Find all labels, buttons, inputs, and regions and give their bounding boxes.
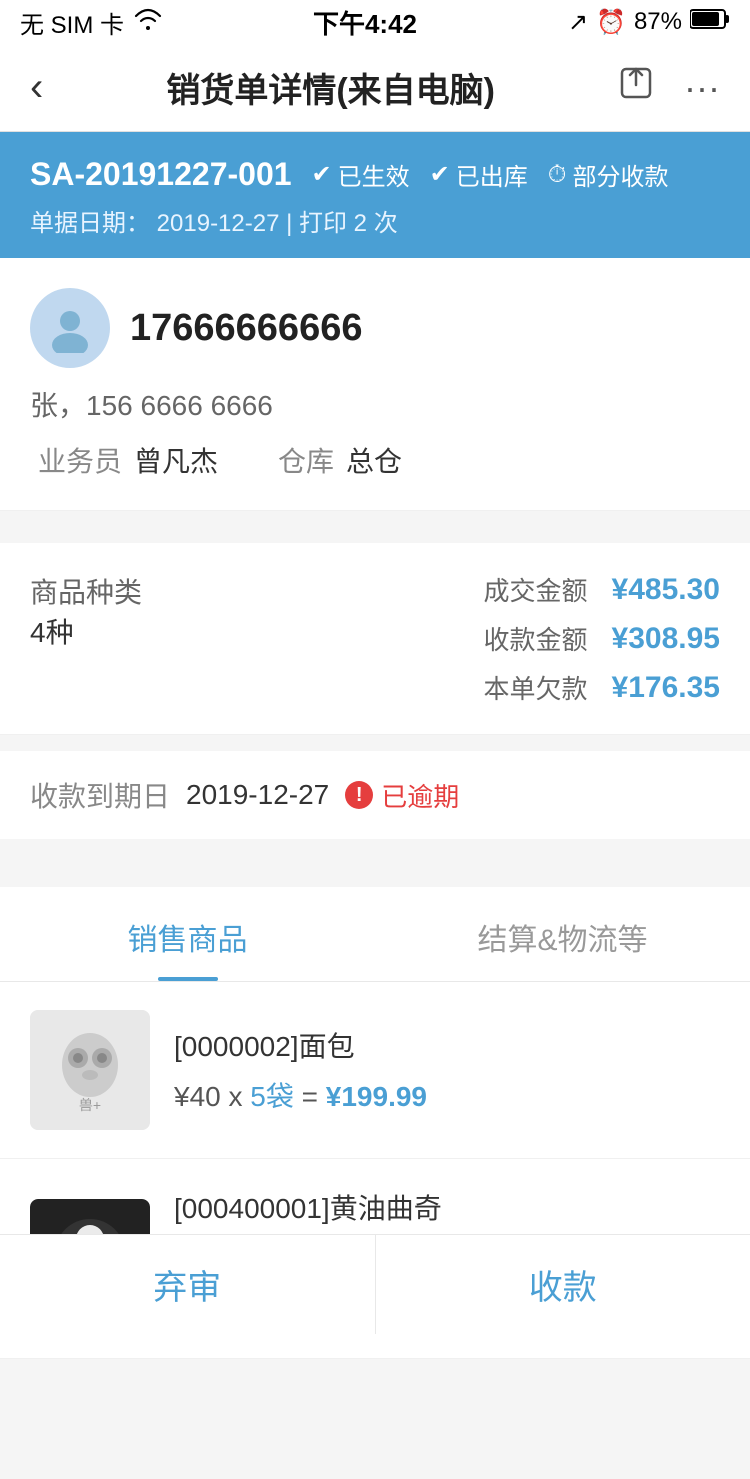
battery-text: 87% — [634, 8, 682, 36]
order-id: SA-20191227-001 — [30, 156, 292, 193]
summary-right: 成交金额 ¥485.30 收款金额 ¥308.95 本单欠款 ¥176.35 — [484, 571, 720, 706]
nav-bar: ‹ 销货单详情(来自电脑) ··· — [0, 44, 750, 132]
received-label: 收款金额 — [484, 620, 588, 657]
transaction-row: 成交金额 ¥485.30 — [484, 571, 720, 608]
header-row2: 单据日期： 2019-12-27 | 打印 2 次 — [30, 203, 720, 238]
kind-label: 商品种类 — [30, 571, 142, 611]
transaction-amount: ¥485.30 — [612, 573, 720, 607]
received-amount: ¥308.95 — [612, 622, 720, 656]
summary-section: 商品种类 4种 成交金额 ¥485.30 收款金额 ¥308.95 本单欠款 ¥… — [0, 543, 750, 735]
product-image-1: 兽+ — [30, 1010, 150, 1130]
overdue-badge: ! 已逾期 — [345, 777, 459, 814]
tabs-section: 销售商品 结算&物流等 — [0, 887, 750, 982]
list-item: 兽+ [0000002]面包 ¥40 x 5袋 = ¥199.99 — [0, 982, 750, 1159]
bottom-padding — [0, 1359, 750, 1479]
due-date-section: 收款到期日 2019-12-27 ! 已逾期 — [0, 751, 750, 839]
tab-settlement[interactable]: 结算&物流等 — [375, 887, 750, 981]
confirm-button[interactable]: 收款 — [376, 1235, 750, 1334]
status-badge-2: ✔ 已出库 — [430, 157, 528, 192]
product-name-1: [0000002]面包 — [174, 1025, 720, 1065]
customer-phone: 张，156 6666 6666 — [30, 384, 720, 424]
product-total-1: ¥199.99 — [326, 1081, 427, 1112]
status-badge-3: ⏱ 部分收款 — [548, 157, 669, 192]
customer-section: 17666666666 张，156 6666 6666 业务员 曾凡杰 仓库 总… — [0, 258, 750, 511]
received-row: 收款金额 ¥308.95 — [484, 620, 720, 657]
back-button[interactable]: ‹ — [30, 65, 43, 110]
customer-meta: 业务员 曾凡杰 仓库 总仓 — [30, 440, 720, 480]
customer-card: 17666666666 张，156 6666 6666 业务员 曾凡杰 仓库 总… — [0, 258, 750, 511]
due-row: 本单欠款 ¥176.35 — [484, 669, 720, 706]
header-row1: SA-20191227-001 ✔ 已生效 ✔ 已出库 ⏱ 部分收款 — [30, 156, 720, 193]
status-left: 无 SIM 卡 — [20, 5, 162, 40]
warehouse-value: 总仓 — [346, 440, 402, 480]
carrier-text: 无 SIM 卡 — [20, 5, 124, 40]
avatar — [30, 288, 110, 368]
product-name-2: [000400001]黄油曲奇 — [174, 1187, 720, 1227]
salesperson-item: 业务员 曾凡杰 — [38, 440, 218, 480]
location-icon: ↗ — [568, 8, 588, 37]
overdue-icon: ! — [345, 781, 373, 809]
status-right: ↗ ⏰ 87% — [568, 8, 730, 37]
header-banner: SA-20191227-001 ✔ 已生效 ✔ 已出库 ⏱ 部分收款 单据日期：… — [0, 132, 750, 258]
warehouse-label: 仓库 — [278, 440, 334, 480]
due-date-card: 收款到期日 2019-12-27 ! 已逾期 — [0, 751, 750, 839]
check-icon-1: ✔ — [312, 160, 332, 189]
customer-row1: 17666666666 — [30, 288, 720, 368]
due-date-label: 收款到期日 — [30, 775, 170, 815]
page-title: 销货单详情(来自电脑) — [166, 63, 495, 112]
kind-value: 4种 — [30, 611, 142, 651]
bottom-actions: 弃审 收款 — [0, 1234, 750, 1334]
share-button[interactable] — [618, 65, 654, 110]
cancel-button[interactable]: 弃审 — [0, 1235, 376, 1334]
clock-icon: ⏱ — [548, 161, 567, 189]
transaction-label: 成交金额 — [484, 571, 588, 608]
divider-2 — [0, 855, 750, 871]
divider-1 — [0, 527, 750, 543]
nav-actions: ··· — [618, 65, 720, 110]
overdue-text: 已逾期 — [381, 777, 459, 814]
salesperson-value: 曾凡杰 — [134, 440, 218, 480]
customer-id: 17666666666 — [130, 307, 362, 350]
tab-sales-products[interactable]: 销售商品 — [0, 887, 375, 981]
warehouse-item: 仓库 总仓 — [278, 440, 402, 480]
svg-text:兽+: 兽+ — [79, 1097, 101, 1113]
summary-card: 商品种类 4种 成交金额 ¥485.30 收款金额 ¥308.95 本单欠款 ¥… — [0, 543, 750, 735]
product-info-1: [0000002]面包 ¥40 x 5袋 = ¥199.99 — [174, 1025, 720, 1115]
more-button[interactable]: ··· — [684, 67, 720, 109]
alarm-icon: ⏰ — [596, 8, 626, 37]
summary-left: 商品种类 4种 — [30, 571, 142, 651]
due-label: 本单欠款 — [484, 669, 588, 706]
wifi-icon — [134, 8, 162, 37]
battery-icon — [690, 8, 730, 37]
due-date-value: 2019-12-27 — [186, 779, 329, 811]
status-time: 下午4:42 — [313, 4, 417, 41]
due-amount: ¥176.35 — [612, 671, 720, 705]
status-bar: 无 SIM 卡 下午4:42 ↗ ⏰ 87% — [0, 0, 750, 44]
check-icon-2: ✔ — [430, 160, 450, 189]
status-badge-1: ✔ 已生效 — [312, 157, 410, 192]
salesperson-label: 业务员 — [38, 440, 122, 480]
product-qty-1: 5袋 — [250, 1081, 294, 1112]
product-price-1: ¥40 x 5袋 = ¥199.99 — [174, 1075, 720, 1115]
